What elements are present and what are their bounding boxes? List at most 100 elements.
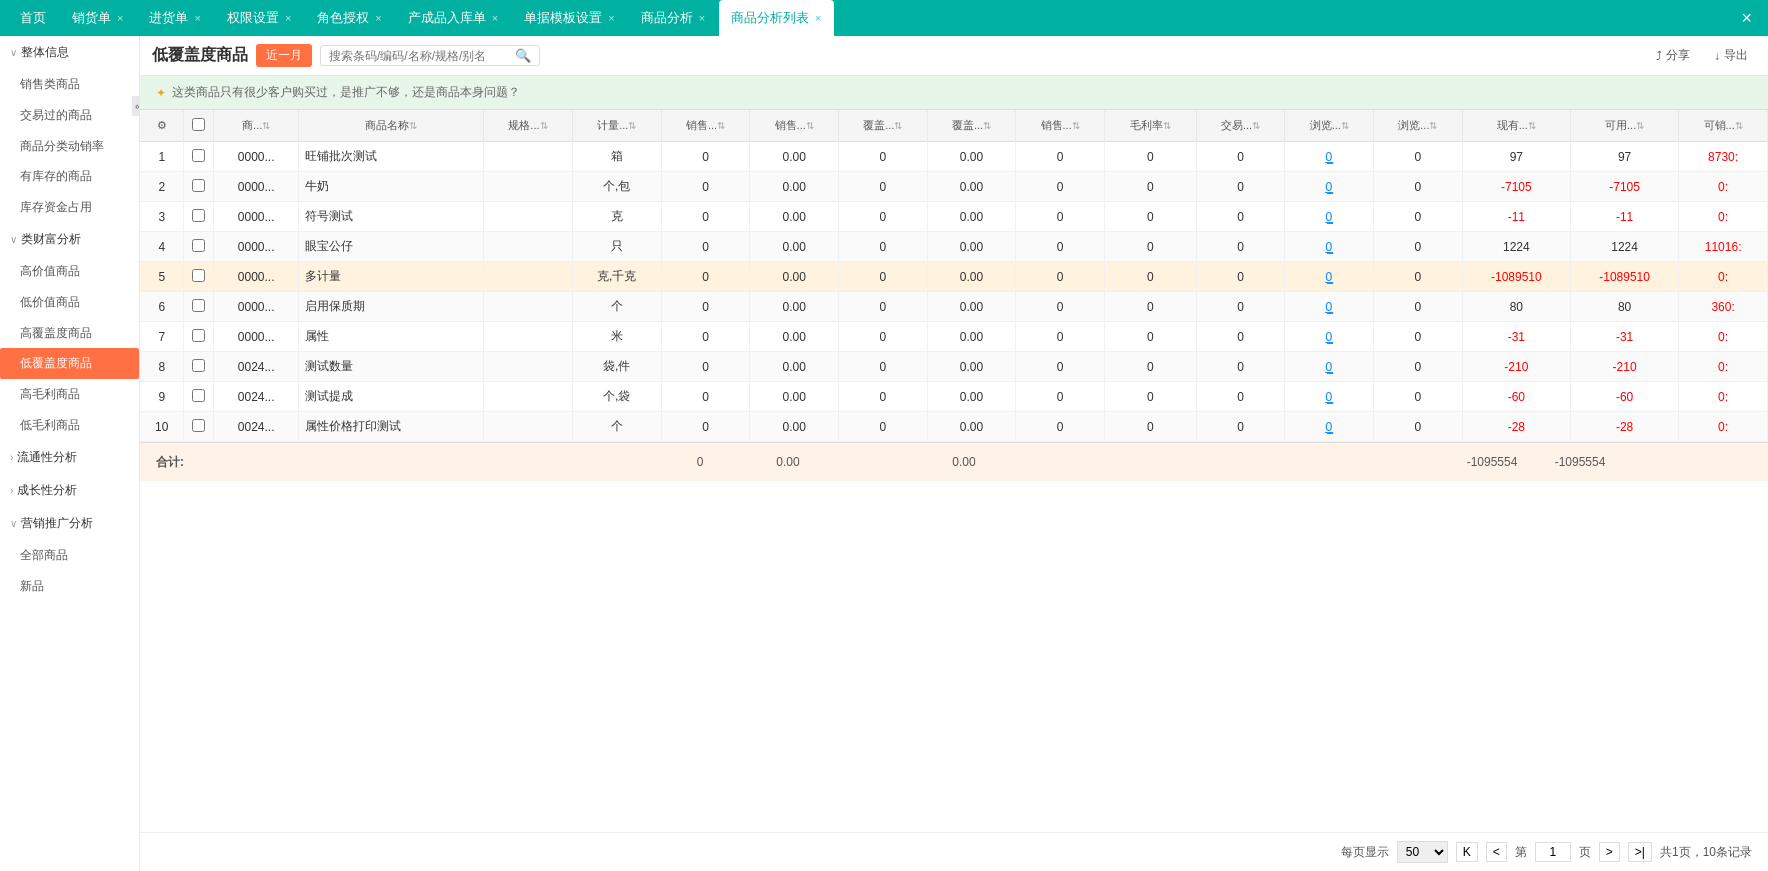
sidebar-section-overall[interactable]: ∨ 整体信息 bbox=[0, 36, 139, 69]
td-stock3: 0: bbox=[1679, 352, 1768, 382]
select-all-checkbox[interactable] bbox=[192, 118, 205, 131]
td-sales2: 0.00 bbox=[750, 382, 839, 412]
per-page-select[interactable]: 50 100 200 bbox=[1397, 841, 1448, 863]
td-cover2: 0.00 bbox=[927, 322, 1016, 352]
td-checkbox[interactable] bbox=[184, 382, 214, 412]
td-stock1: -7105 bbox=[1462, 172, 1570, 202]
sidebar-section-growth[interactable]: › 成长性分析 bbox=[0, 474, 139, 507]
td-checkbox[interactable] bbox=[184, 412, 214, 442]
nav-close-role[interactable]: × bbox=[375, 0, 381, 36]
td-browse2: 0 bbox=[1374, 352, 1463, 382]
nav-close-product-warehouse[interactable]: × bbox=[492, 0, 498, 36]
nav-purchase-order[interactable]: 进货单 × bbox=[137, 0, 212, 36]
sidebar-item-high-margin[interactable]: 高毛利商品 bbox=[0, 379, 139, 410]
td-browse1[interactable]: 0̲ bbox=[1285, 412, 1374, 442]
page-number-input[interactable] bbox=[1535, 842, 1571, 862]
td-checkbox[interactable] bbox=[184, 202, 214, 232]
sidebar-section-flow[interactable]: › 流通性分析 bbox=[0, 441, 139, 474]
td-browse1[interactable]: 0̲ bbox=[1285, 382, 1374, 412]
td-margin: 0 bbox=[1104, 172, 1196, 202]
td-sales2: 0.00 bbox=[750, 262, 839, 292]
nav-close-permissions[interactable]: × bbox=[285, 0, 291, 36]
sidebar-item-low-margin[interactable]: 低毛利商品 bbox=[0, 410, 139, 441]
sidebar-item-low-coverage[interactable]: 低覆盖度商品 bbox=[0, 348, 139, 379]
sidebar-item-category-rate[interactable]: 商品分类动销率 bbox=[0, 131, 139, 162]
td-browse1[interactable]: 0̲ bbox=[1285, 322, 1374, 352]
nav-product-analysis[interactable]: 商品分析 × bbox=[629, 0, 717, 36]
export-button[interactable]: ↓ 导出 bbox=[1706, 44, 1756, 67]
th-spec: 规格...⇅ bbox=[484, 110, 573, 142]
sidebar-item-sales-goods[interactable]: 销售类商品 bbox=[0, 69, 139, 100]
sidebar-section-marketing[interactable]: ∨ 营销推广分析 bbox=[0, 507, 139, 540]
th-stock3: 可销...⇅ bbox=[1679, 110, 1768, 142]
td-browse1[interactable]: 0̲ bbox=[1285, 142, 1374, 172]
td-cover1: 0 bbox=[839, 172, 928, 202]
th-settings[interactable]: ⚙ bbox=[140, 110, 184, 142]
sidebar-item-stocked-goods[interactable]: 有库存的商品 bbox=[0, 161, 139, 192]
page-label: 第 bbox=[1515, 844, 1527, 861]
td-browse1[interactable]: 0̲ bbox=[1285, 262, 1374, 292]
table-container[interactable]: ⚙ 商...⇅ 商品名称⇅ 规格...⇅ 计量...⇅ 销售...⇅ 销售...… bbox=[140, 110, 1768, 832]
td-checkbox[interactable] bbox=[184, 292, 214, 322]
td-sales3: 0 bbox=[1016, 172, 1105, 202]
nav-product-analysis-list[interactable]: 商品分析列表 × bbox=[719, 0, 833, 36]
td-margin: 0 bbox=[1104, 292, 1196, 322]
td-cover2: 0.00 bbox=[927, 412, 1016, 442]
next-page-button[interactable]: > bbox=[1599, 842, 1620, 862]
nav-main-close[interactable]: × bbox=[1733, 8, 1760, 29]
td-code: 0000... bbox=[214, 232, 298, 262]
nav-close-analysis[interactable]: × bbox=[699, 0, 705, 36]
td-sales1: 0 bbox=[661, 352, 750, 382]
nav-close-purchase[interactable]: × bbox=[194, 0, 200, 36]
nav-close-template[interactable]: × bbox=[608, 0, 614, 36]
share-button[interactable]: ⤴ 分享 bbox=[1648, 44, 1698, 67]
sidebar-section-inventory[interactable]: ∨ 类财富分析 bbox=[0, 223, 139, 256]
td-browse1[interactable]: 0̲ bbox=[1285, 172, 1374, 202]
td-cover2: 0.00 bbox=[927, 142, 1016, 172]
td-stock2: 97 bbox=[1570, 142, 1678, 172]
chevron-down-icon-2: ∨ bbox=[10, 234, 17, 245]
td-browse1[interactable]: 0̲ bbox=[1285, 292, 1374, 322]
sidebar-item-high-coverage[interactable]: 高覆盖度商品 bbox=[0, 318, 139, 349]
th-stock2: 可用...⇅ bbox=[1570, 110, 1678, 142]
last-page-button[interactable]: >| bbox=[1628, 842, 1652, 862]
table-footer: 合计: 0 0.00 0.00 -1095554 -1095554 bbox=[140, 442, 1768, 481]
td-browse1[interactable]: 0̲ bbox=[1285, 202, 1374, 232]
td-name: 多计量 bbox=[298, 262, 483, 292]
td-checkbox[interactable] bbox=[184, 322, 214, 352]
nav-template-settings[interactable]: 单据模板设置 × bbox=[512, 0, 626, 36]
nav-product-warehouse[interactable]: 产成品入库单 × bbox=[396, 0, 510, 36]
td-sales3: 0 bbox=[1016, 412, 1105, 442]
nav-close-sales[interactable]: × bbox=[117, 0, 123, 36]
td-code: 0000... bbox=[214, 322, 298, 352]
time-filter-button[interactable]: 近一月 bbox=[256, 44, 312, 67]
td-code: 0000... bbox=[214, 172, 298, 202]
td-checkbox[interactable] bbox=[184, 142, 214, 172]
sidebar-item-low-value[interactable]: 低价值商品 bbox=[0, 287, 139, 318]
td-checkbox[interactable] bbox=[184, 352, 214, 382]
prev-page-button[interactable]: < bbox=[1486, 842, 1507, 862]
th-checkbox[interactable] bbox=[184, 110, 214, 142]
nav-permissions[interactable]: 权限设置 × bbox=[215, 0, 303, 36]
td-sales2: 0.00 bbox=[750, 352, 839, 382]
td-stock3: 0: bbox=[1679, 262, 1768, 292]
first-page-button[interactable]: K bbox=[1456, 842, 1478, 862]
td-browse1[interactable]: 0̲ bbox=[1285, 352, 1374, 382]
sidebar-item-stock-capital[interactable]: 库存资金占用 bbox=[0, 192, 139, 223]
sidebar-item-new-goods[interactable]: 新品 bbox=[0, 571, 139, 602]
td-browse1[interactable]: 0̲ bbox=[1285, 232, 1374, 262]
sidebar-item-all-goods[interactable]: 全部商品 bbox=[0, 540, 139, 571]
sidebar-item-traded-goods[interactable]: 交易过的商品 bbox=[0, 100, 139, 131]
nav-close-analysis-list[interactable]: × bbox=[815, 0, 821, 36]
nav-role-auth[interactable]: 角色授权 × bbox=[305, 0, 393, 36]
nav-sales-order[interactable]: 销货单 × bbox=[60, 0, 135, 36]
td-checkbox[interactable] bbox=[184, 172, 214, 202]
nav-home[interactable]: 首页 bbox=[8, 0, 58, 36]
td-checkbox[interactable] bbox=[184, 232, 214, 262]
sidebar-collapse-button[interactable]: « bbox=[132, 96, 140, 116]
sidebar-item-high-value[interactable]: 高价值商品 bbox=[0, 256, 139, 287]
top-navigation: 首页 销货单 × 进货单 × 权限设置 × 角色授权 × 产成品入库单 × 单据… bbox=[0, 0, 1768, 36]
search-input[interactable] bbox=[329, 49, 515, 63]
td-checkbox[interactable] bbox=[184, 262, 214, 292]
td-code: 0000... bbox=[214, 142, 298, 172]
